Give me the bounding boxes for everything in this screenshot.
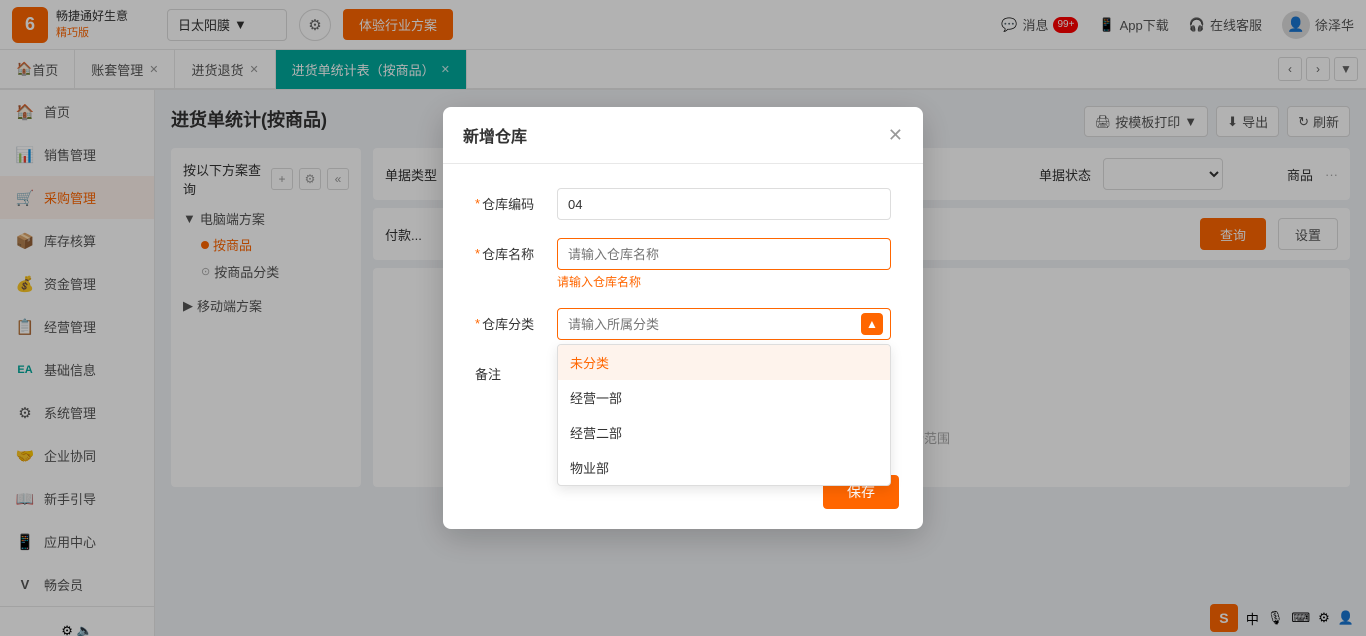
dropdown-item-ops1[interactable]: 经营一部 [558, 380, 890, 415]
add-warehouse-modal: 新增仓库 ✕ * 仓库编码 * 仓库名称 请输入仓库名称 [443, 107, 923, 529]
warehouse-code-label: * 仓库编码 [475, 188, 545, 213]
warehouse-category-row: * 仓库分类 ▲ 未分类 经营一部 经营二部 物业部 [475, 308, 891, 340]
warehouse-category-control: ▲ 未分类 经营一部 经营二部 物业部 [557, 308, 891, 340]
warehouse-name-row: * 仓库名称 请输入仓库名称 [475, 238, 891, 290]
warehouse-code-row: * 仓库编码 [475, 188, 891, 220]
required-star-3: * [475, 316, 480, 331]
modal-close-button[interactable]: ✕ [888, 125, 903, 146]
modal-header: 新增仓库 ✕ [443, 107, 923, 164]
required-star: * [475, 196, 480, 211]
dropdown-item-property[interactable]: 物业部 [558, 450, 890, 485]
category-dropdown: 未分类 经营一部 经营二部 物业部 [557, 344, 891, 486]
warehouse-category-input[interactable] [557, 308, 891, 340]
warehouse-name-error: 请输入仓库名称 [557, 273, 891, 290]
warehouse-name-input[interactable] [557, 238, 891, 270]
required-star-2: * [475, 246, 480, 261]
remark-label: 备注 [475, 358, 545, 383]
warehouse-category-label: * 仓库分类 [475, 308, 545, 333]
warehouse-code-control [557, 188, 891, 220]
modal-title: 新增仓库 [463, 123, 527, 147]
dropdown-item-ops2[interactable]: 经营二部 [558, 415, 890, 450]
warehouse-name-label: * 仓库名称 [475, 238, 545, 263]
warehouse-code-input[interactable] [557, 188, 891, 220]
warehouse-name-control: 请输入仓库名称 [557, 238, 891, 290]
modal-body: * 仓库编码 * 仓库名称 请输入仓库名称 * 仓库分类 [443, 164, 923, 463]
category-toggle-button[interactable]: ▲ [861, 313, 883, 335]
dropdown-item-uncategorized[interactable]: 未分类 [558, 345, 890, 380]
